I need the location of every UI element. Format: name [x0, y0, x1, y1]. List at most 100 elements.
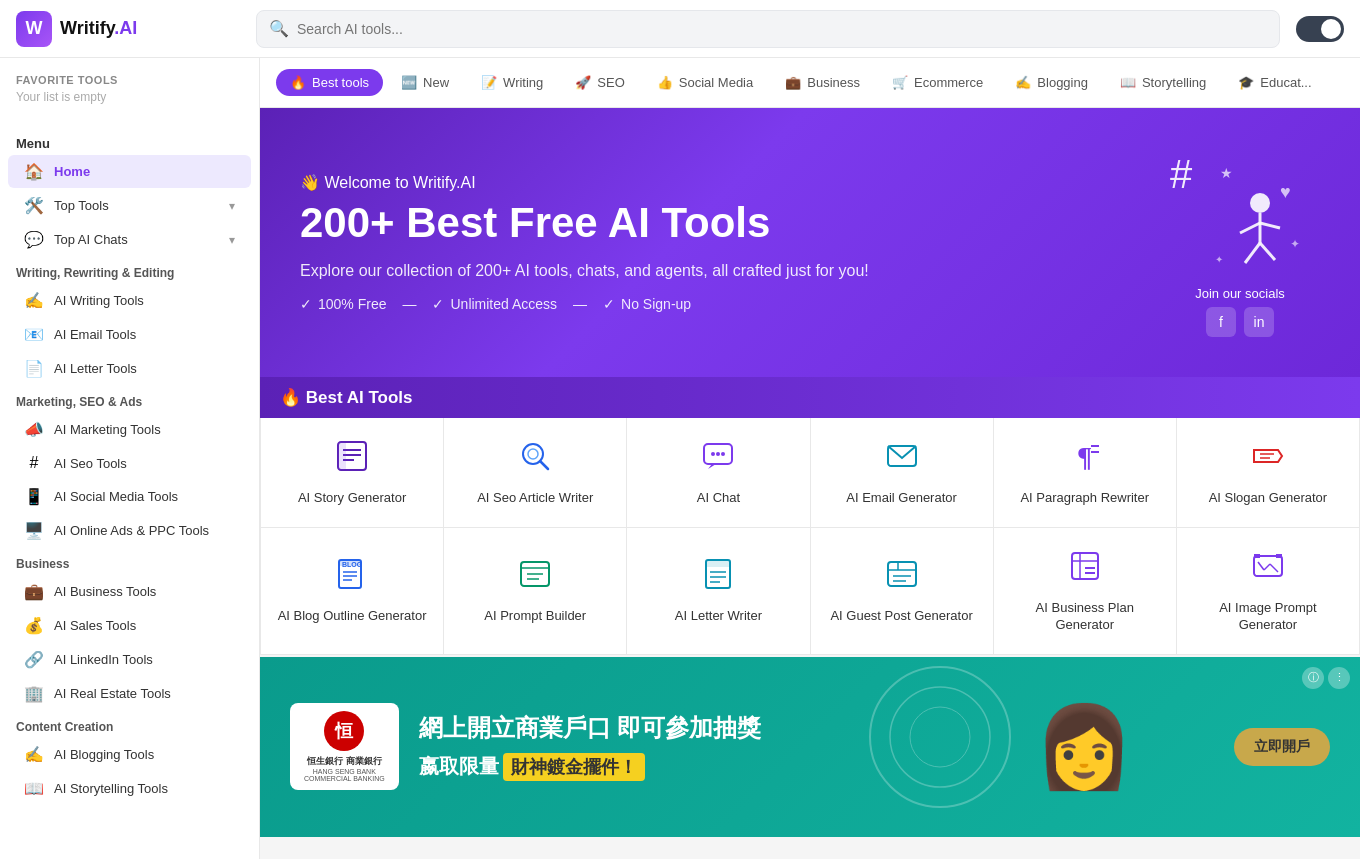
main-panel: 🔥 Best tools 🆕 New 📝 Writing 🚀 SEO 👍 Soc…: [260, 58, 1360, 859]
tools-icon: 🛠️: [24, 196, 44, 215]
badge-free: ✓ 100% Free: [300, 296, 386, 312]
ads-icon: 🖥️: [24, 521, 44, 540]
tool-card-guest-post[interactable]: AI Guest Post Generator: [811, 528, 994, 655]
tool-card-image-prompt[interactable]: AI Image Prompt Generator: [1177, 528, 1360, 655]
tab-storytelling[interactable]: 📖 Storytelling: [1106, 69, 1220, 96]
tab-seo[interactable]: 🚀 SEO: [561, 69, 638, 96]
tab-ecommerce[interactable]: 🛒 Ecommerce: [878, 69, 997, 96]
ad-logo: 恒 恒生銀行 商業銀行 HANG SENG BANK COMMERCIAL BA…: [290, 703, 399, 790]
ai-blogging-label: AI Blogging Tools: [54, 747, 235, 762]
image-prompt-label: AI Image Prompt Generator: [1189, 600, 1347, 634]
tool-card-slogan[interactable]: AI Slogan Generator: [1177, 418, 1360, 528]
sidebar-item-ai-writing[interactable]: ✍️ AI Writing Tools: [8, 284, 251, 317]
ai-sales-label: AI Sales Tools: [54, 618, 235, 633]
tab-blogging[interactable]: ✍️ Blogging: [1001, 69, 1102, 96]
tool-card-paragraph[interactable]: ¶ AI Paragraph Rewriter: [994, 418, 1177, 528]
hero-title: 200+ Best Free AI Tools: [300, 200, 1160, 246]
tool-card-story[interactable]: AI Story Generator: [261, 418, 444, 528]
story-icon: [334, 438, 370, 482]
tool-card-prompt[interactable]: AI Prompt Builder: [444, 528, 627, 655]
sidebar-item-top-tools[interactable]: 🛠️ Top Tools ▾: [8, 189, 251, 222]
social-icons: f in: [1160, 307, 1320, 337]
svg-point-3: [1250, 193, 1270, 213]
best-ai-tools-section: 🔥 Best AI Tools AI Story Generator AI Se: [260, 377, 1360, 655]
svg-point-62: [890, 687, 990, 787]
sidebar-item-ai-social[interactable]: 📱 AI Social Media Tools: [8, 480, 251, 513]
tab-business[interactable]: 💼 Business: [771, 69, 874, 96]
sidebar-item-ai-realestate[interactable]: 🏢 AI Real Estate Tools: [8, 677, 251, 710]
email-icon: 📧: [24, 325, 44, 344]
ad-cta-button[interactable]: 立即開戶: [1234, 728, 1330, 766]
hero-social: Join our socials f in: [1160, 286, 1320, 337]
paragraph-label: AI Paragraph Rewriter: [1020, 490, 1149, 507]
tab-education[interactable]: 🎓 Educat...: [1224, 69, 1325, 96]
blog-outline-label: AI Blog Outline Generator: [278, 608, 427, 625]
linkedin-icon[interactable]: in: [1244, 307, 1274, 337]
sidebar-item-home[interactable]: 🏠 Home: [8, 155, 251, 188]
favorites-empty: Your list is empty: [16, 90, 243, 104]
hero-illustration: # ★ ♥ ✦ ✦: [1160, 148, 1320, 278]
chevron-down-icon-2: ▾: [229, 233, 235, 247]
tool-card-email[interactable]: AI Email Generator: [811, 418, 994, 528]
sidebar-item-ai-ads[interactable]: 🖥️ AI Online Ads & PPC Tools: [8, 514, 251, 547]
tab-best-tools[interactable]: 🔥 Best tools: [276, 69, 383, 96]
svg-line-17: [540, 461, 548, 469]
svg-line-60: [1270, 564, 1278, 572]
ai-ads-label: AI Online Ads & PPC Tools: [54, 523, 235, 538]
ai-writing-label: AI Writing Tools: [54, 293, 235, 308]
ad-info-btn[interactable]: ⓘ: [1302, 667, 1324, 689]
tab-social-media[interactable]: 👍 Social Media: [643, 69, 767, 96]
home-label: Home: [54, 164, 235, 179]
ad-content: 恒 恒生銀行 商業銀行 HANG SENG BANK COMMERCIAL BA…: [260, 703, 1360, 790]
logo[interactable]: W Writify.AI: [16, 11, 256, 47]
sidebar-item-ai-email[interactable]: 📧 AI Email Tools: [8, 318, 251, 351]
logo-icon: W: [16, 11, 52, 47]
tool-card-blog-outline[interactable]: BLOG AI Blog Outline Generator: [261, 528, 444, 655]
svg-text:★: ★: [1220, 165, 1233, 181]
toggle-switch[interactable]: [1296, 16, 1344, 42]
tab-writing[interactable]: 📝 Writing: [467, 69, 557, 96]
realestate-icon: 🏢: [24, 684, 44, 703]
search-bar[interactable]: 🔍: [256, 10, 1280, 48]
tool-card-seo-writer[interactable]: AI Seo Article Writer: [444, 418, 627, 528]
letter-writer-icon: [700, 556, 736, 600]
sidebar: Favorite tools Your list is empty Menu 🏠…: [0, 58, 260, 859]
sidebar-item-ai-storytelling[interactable]: 📖 AI Storytelling Tools: [8, 772, 251, 805]
ad-logo-circle: 恒: [324, 711, 364, 751]
image-prompt-icon: [1250, 548, 1286, 592]
sidebar-item-ai-business[interactable]: 💼 AI Business Tools: [8, 575, 251, 608]
svg-text:✦: ✦: [1290, 237, 1300, 251]
svg-text:✦: ✦: [1215, 254, 1223, 265]
tool-card-letter-writer[interactable]: AI Letter Writer: [627, 528, 810, 655]
prompt-label: AI Prompt Builder: [484, 608, 586, 625]
ai-social-label: AI Social Media Tools: [54, 489, 235, 504]
sidebar-item-ai-blogging[interactable]: ✍️ AI Blogging Tools: [8, 738, 251, 771]
layout: Favorite tools Your list is empty Menu 🏠…: [0, 58, 1360, 859]
ai-email-label: AI Email Tools: [54, 327, 235, 342]
chat-label: AI Chat: [697, 490, 740, 507]
section-title: 🔥 Best AI Tools: [280, 387, 1340, 408]
linkedin-icon: 🔗: [24, 650, 44, 669]
search-input[interactable]: [297, 21, 1267, 37]
business-group-title: Business: [16, 557, 243, 571]
svg-point-63: [910, 707, 970, 767]
tool-card-chat[interactable]: AI Chat: [627, 418, 810, 528]
sidebar-item-ai-sales[interactable]: 💰 AI Sales Tools: [8, 609, 251, 642]
sidebar-item-ai-linkedin[interactable]: 🔗 AI LinkedIn Tools: [8, 643, 251, 676]
svg-text:¶: ¶: [1077, 441, 1092, 472]
sidebar-item-ai-letter[interactable]: 📄 AI Letter Tools: [8, 352, 251, 385]
sidebar-item-top-ai-chats[interactable]: 💬 Top AI Chats ▾: [8, 223, 251, 256]
sidebar-item-ai-seo[interactable]: # AI Seo Tools: [8, 447, 251, 479]
tab-new[interactable]: 🆕 New: [387, 69, 463, 96]
svg-text:♥: ♥: [1280, 182, 1291, 202]
ad-menu-btn[interactable]: ⋮: [1328, 667, 1350, 689]
badge-unlimited: ✓ Unlimited Access: [432, 296, 557, 312]
sidebar-item-ai-marketing[interactable]: 📣 AI Marketing Tools: [8, 413, 251, 446]
marketing-group-title: Marketing, SEO & Ads: [16, 395, 243, 409]
slogan-label: AI Slogan Generator: [1209, 490, 1328, 507]
facebook-icon[interactable]: f: [1206, 307, 1236, 337]
hero-right: # ★ ♥ ✦ ✦: [1160, 148, 1320, 337]
menu-title: Menu: [16, 136, 243, 151]
tool-card-business-plan[interactable]: AI Business Plan Generator: [994, 528, 1177, 655]
dark-mode-toggle[interactable]: [1296, 16, 1344, 42]
